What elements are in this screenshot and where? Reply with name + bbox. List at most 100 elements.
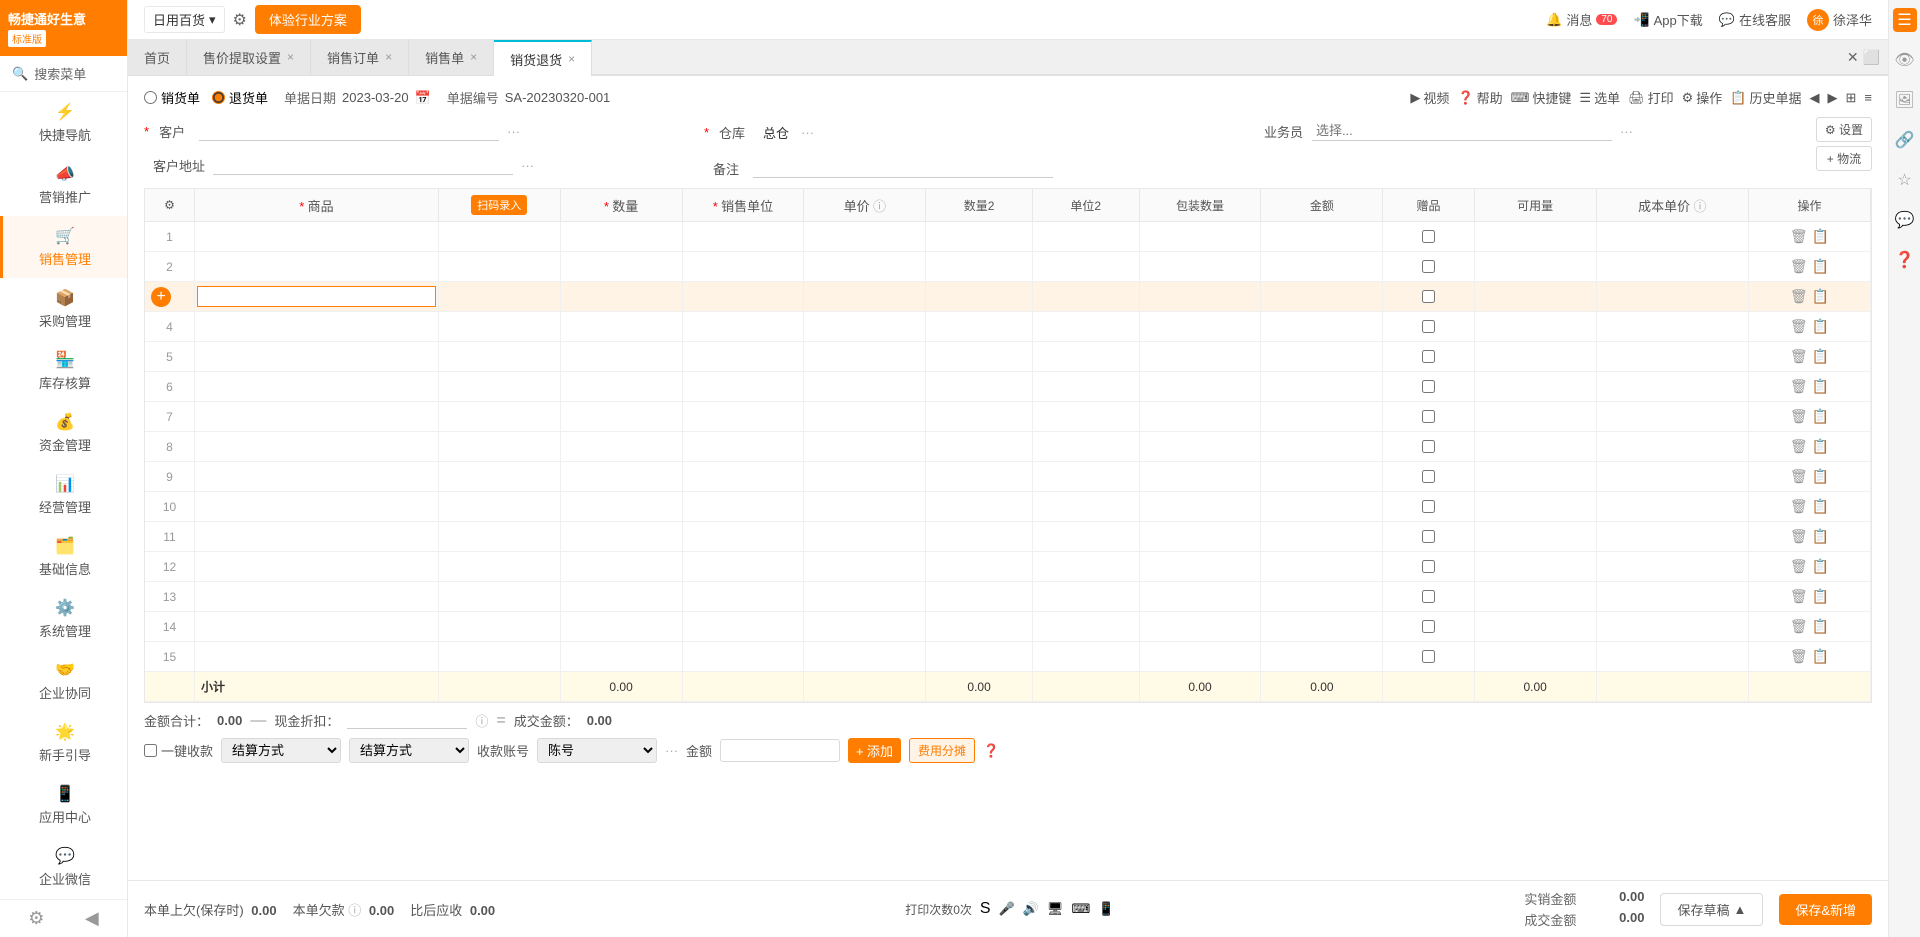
quantity-cell-2[interactable] — [560, 252, 682, 282]
packqty-cell-2[interactable] — [1139, 252, 1261, 282]
unit2-cell-14[interactable] — [1032, 612, 1139, 642]
tab-maximize[interactable]: ⬜ — [1863, 49, 1880, 66]
unit2-cell-5[interactable] — [1032, 342, 1139, 372]
quantity2-cell-13[interactable] — [926, 582, 1033, 612]
quantity2-cell-4[interactable] — [926, 312, 1033, 342]
unit2-cell-9[interactable] — [1032, 462, 1139, 492]
packqty-cell-8[interactable] — [1139, 432, 1261, 462]
amount-cell-13[interactable] — [1261, 582, 1383, 612]
copy-row-11[interactable]: 📋 — [1810, 526, 1831, 547]
gift-cell-13[interactable] — [1383, 582, 1474, 612]
gift-cell-12[interactable] — [1383, 552, 1474, 582]
add-payment-button[interactable]: + 添加 — [848, 738, 901, 763]
tab-sales-order-close[interactable]: × — [385, 50, 392, 64]
copy-row-4[interactable]: 📋 — [1810, 316, 1831, 337]
experience-button[interactable]: 体验行业方案 — [255, 5, 361, 34]
copy-row-7[interactable]: 📋 — [1810, 406, 1831, 427]
quantity-cell-1[interactable] — [560, 222, 682, 252]
quantity-cell-13[interactable] — [560, 582, 682, 612]
available-cell-6[interactable] — [1474, 372, 1596, 402]
amount-cell-10[interactable] — [1261, 492, 1383, 522]
tab-sale-price-close[interactable]: × — [287, 50, 294, 64]
available-cell-4[interactable] — [1474, 312, 1596, 342]
unit-cell-2[interactable] — [682, 252, 804, 282]
quantity-cell-12[interactable] — [560, 552, 682, 582]
copy-row-9[interactable]: 📋 — [1810, 466, 1831, 487]
available-cell-9[interactable] — [1474, 462, 1596, 492]
payment-amount-input[interactable] — [720, 739, 840, 762]
sidebar-item-shortcut[interactable]: ⚡ 快捷导航 — [0, 92, 127, 154]
gift-cell-8[interactable] — [1383, 432, 1474, 462]
unit2-cell-13[interactable] — [1032, 582, 1139, 612]
panel-link-icon[interactable]: 🔗 — [1893, 128, 1917, 152]
quantity-cell-11[interactable] — [560, 522, 682, 552]
return-type-radio[interactable]: 退货单 — [212, 88, 268, 107]
cost-cell-1[interactable] — [1596, 222, 1748, 252]
save-draft-button[interactable]: 保存草稿 ▲ — [1660, 893, 1763, 926]
cost-cell-12[interactable] — [1596, 552, 1748, 582]
amount-cell-12[interactable] — [1261, 552, 1383, 582]
gift-cell-5[interactable] — [1383, 342, 1474, 372]
quantity2-cell-2[interactable] — [926, 252, 1033, 282]
packqty-cell-9[interactable] — [1139, 462, 1261, 492]
gift-cell-9[interactable] — [1383, 462, 1474, 492]
sidebar-item-inventory[interactable]: 🏪 库存核算 — [0, 340, 127, 402]
delete-row-13[interactable]: 🗑 — [1788, 586, 1810, 607]
price-cell-12[interactable] — [804, 552, 926, 582]
gift-checkbox-5[interactable] — [1422, 350, 1435, 363]
quantity2-cell-7[interactable] — [926, 402, 1033, 432]
sale-radio-input[interactable] — [144, 91, 157, 104]
speaker-icon[interactable]: 🔊 — [1023, 901, 1039, 917]
account-select[interactable]: 陈号 — [537, 738, 657, 763]
product-cell-10[interactable] — [195, 492, 439, 522]
calc-select[interactable]: 结算方式 — [349, 738, 469, 763]
packqty-cell-15[interactable] — [1139, 642, 1261, 672]
available-cell-13[interactable] — [1474, 582, 1596, 612]
quantity-cell-5[interactable] — [560, 342, 682, 372]
sidebar-item-guide[interactable]: 🌟 新手引导 — [0, 712, 127, 774]
panel-eye-icon[interactable]: 👁 — [1893, 48, 1917, 72]
next-icon[interactable]: ▶ — [1828, 90, 1838, 106]
quantity2-cell-15[interactable] — [926, 642, 1033, 672]
copy-row-8[interactable]: 📋 — [1810, 436, 1831, 457]
cost-cell-4[interactable] — [1596, 312, 1748, 342]
delete-row-6[interactable]: 🗑 — [1788, 376, 1810, 397]
available-cell-7[interactable] — [1474, 402, 1596, 432]
gift-cell-10[interactable] — [1383, 492, 1474, 522]
gift-checkbox-15[interactable] — [1422, 650, 1435, 663]
unit-cell-3[interactable] — [682, 282, 804, 312]
fee-split-button[interactable]: 费用分摊 — [909, 738, 975, 763]
gift-checkbox-12[interactable] — [1422, 560, 1435, 573]
gift-cell-14[interactable] — [1383, 612, 1474, 642]
operate-action[interactable]: ⚙ 操作 — [1682, 88, 1723, 107]
quantity2-cell-8[interactable] — [926, 432, 1033, 462]
gift-checkbox-11[interactable] — [1422, 530, 1435, 543]
unit-cell-6[interactable] — [682, 372, 804, 402]
packqty-cell-13[interactable] — [1139, 582, 1261, 612]
price-info-icon[interactable]: ⓘ — [873, 199, 886, 214]
tab-sale-price[interactable]: 售价提取设置 × — [187, 39, 311, 75]
price-cell-11[interactable] — [804, 522, 926, 552]
scan-button[interactable]: 扫码录入 — [471, 195, 527, 215]
gift-cell-7[interactable] — [1383, 402, 1474, 432]
unit2-cell-3[interactable] — [1032, 282, 1139, 312]
cost-cell-3[interactable] — [1596, 282, 1748, 312]
packqty-cell-14[interactable] — [1139, 612, 1261, 642]
cost-cell-7[interactable] — [1596, 402, 1748, 432]
address-input[interactable] — [213, 155, 513, 175]
print-action[interactable]: 🖨 打印 — [1628, 88, 1674, 107]
gift-checkbox-6[interactable] — [1422, 380, 1435, 393]
unit2-cell-4[interactable] — [1032, 312, 1139, 342]
sidebar-item-enterprise[interactable]: 🤝 企业协同 — [0, 650, 127, 712]
packqty-cell-10[interactable] — [1139, 492, 1261, 522]
delete-row-14[interactable]: 🗑 — [1788, 616, 1810, 637]
discount-input[interactable] — [347, 713, 467, 729]
packqty-cell-6[interactable] — [1139, 372, 1261, 402]
unit-cell-13[interactable] — [682, 582, 804, 612]
unit-cell-10[interactable] — [682, 492, 804, 522]
unit-cell-12[interactable] — [682, 552, 804, 582]
user-item[interactable]: 徐 徐泽华 — [1807, 9, 1872, 31]
quantity2-cell-12[interactable] — [926, 552, 1033, 582]
sidebar-item-marketing[interactable]: 📣 营销推广 — [0, 154, 127, 216]
cost-cell-8[interactable] — [1596, 432, 1748, 462]
